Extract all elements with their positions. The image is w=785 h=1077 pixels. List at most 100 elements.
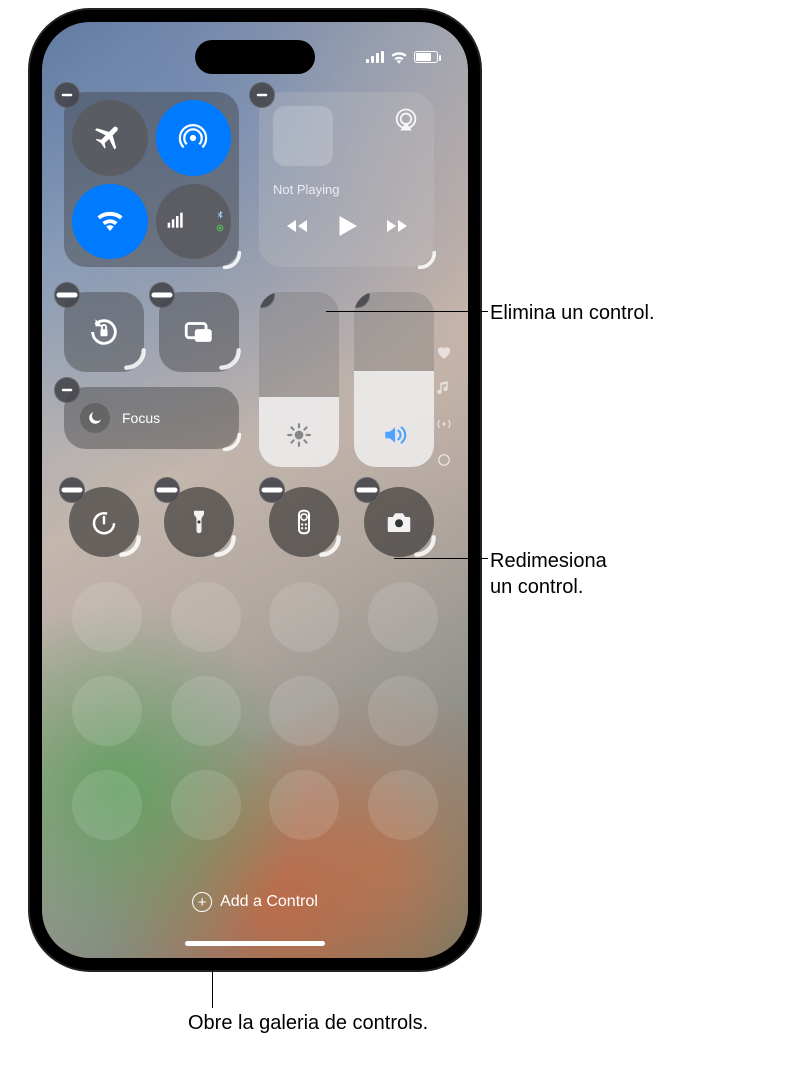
- empty-slot[interactable]: [368, 676, 438, 746]
- resize-handle-icon: [221, 431, 243, 453]
- empty-slot[interactable]: [269, 582, 339, 652]
- empty-slot[interactable]: [269, 770, 339, 840]
- callout-line: [394, 558, 488, 559]
- wifi-toggle[interactable]: [72, 184, 148, 260]
- resize-handle-icon: [117, 531, 143, 561]
- resize-handle[interactable]: [212, 535, 238, 561]
- resize-handle[interactable]: [217, 427, 243, 453]
- resize-handle[interactable]: [117, 535, 143, 561]
- cellular-signal-icon: [366, 51, 384, 63]
- resize-handle-icon: [317, 531, 343, 561]
- remove-button[interactable]: [354, 477, 380, 503]
- callout-resize: Redimesiona un control.: [490, 548, 607, 600]
- airplane-mode-toggle[interactable]: [72, 100, 148, 176]
- resize-handle-icon: [416, 249, 438, 271]
- brightness-icon: [286, 422, 312, 453]
- timer-button[interactable]: [69, 487, 139, 557]
- empty-slot[interactable]: [72, 676, 142, 746]
- volume-icon: [381, 422, 407, 453]
- control-center: Not Playing: [64, 92, 446, 898]
- resize-handle-icon: [412, 531, 438, 561]
- flashlight-button[interactable]: [164, 487, 234, 557]
- empty-slots-grid: [64, 582, 446, 840]
- focus-label: Focus: [122, 410, 160, 426]
- empty-slot[interactable]: [171, 676, 241, 746]
- empty-slot[interactable]: [269, 676, 339, 746]
- empty-slot[interactable]: [368, 582, 438, 652]
- hotspot-icon: [215, 223, 225, 233]
- callout-gallery: Obre la galeria de controls.: [188, 1010, 428, 1036]
- resize-handle[interactable]: [412, 245, 438, 271]
- circle-icon[interactable]: [434, 450, 454, 470]
- orientation-lock-toggle[interactable]: [64, 292, 144, 372]
- music-note-icon[interactable]: [434, 378, 454, 398]
- empty-slot[interactable]: [171, 582, 241, 652]
- screen-mirroring-toggle[interactable]: [159, 292, 239, 372]
- orientation-lock-icon: [87, 315, 121, 349]
- remove-button[interactable]: [154, 477, 180, 503]
- timer-icon: [89, 507, 119, 537]
- rewind-button[interactable]: [285, 214, 309, 243]
- remove-button[interactable]: [54, 377, 80, 403]
- remove-button[interactable]: [54, 82, 80, 108]
- apple-tv-remote-icon: [289, 507, 319, 537]
- minus-icon: [256, 89, 268, 101]
- minus-icon: [260, 475, 284, 505]
- cellular-icon: [166, 211, 186, 231]
- empty-slot[interactable]: [72, 582, 142, 652]
- remove-button[interactable]: [59, 477, 85, 503]
- resize-handle[interactable]: [122, 350, 148, 376]
- brightness-slider[interactable]: [259, 292, 339, 467]
- dynamic-island: [195, 40, 315, 74]
- signal-icon[interactable]: [434, 414, 454, 434]
- add-control-label: Add a Control: [220, 893, 318, 911]
- page-indicator[interactable]: [434, 342, 454, 470]
- empty-slot[interactable]: [368, 770, 438, 840]
- play-button[interactable]: [332, 211, 362, 246]
- remove-button[interactable]: [54, 282, 80, 308]
- resize-handle[interactable]: [217, 350, 243, 376]
- iphone-frame: Not Playing: [30, 10, 480, 970]
- add-control-button[interactable]: + Add a Control: [192, 892, 318, 912]
- album-artwork: [273, 106, 333, 166]
- remove-button[interactable]: [259, 477, 285, 503]
- volume-slider[interactable]: [354, 292, 434, 467]
- flashlight-icon: [184, 507, 214, 537]
- resize-handle[interactable]: [217, 245, 243, 271]
- remove-button[interactable]: [149, 282, 175, 308]
- empty-slot[interactable]: [72, 770, 142, 840]
- focus-module[interactable]: Focus: [64, 387, 239, 449]
- heart-icon[interactable]: [434, 342, 454, 362]
- callout-remove: Elimina un control.: [490, 300, 655, 326]
- wifi-status-icon: [390, 50, 408, 64]
- minus-icon: [259, 292, 268, 301]
- callout-line: [326, 311, 488, 312]
- camera-button[interactable]: [364, 487, 434, 557]
- now-playing-module[interactable]: Not Playing: [259, 92, 434, 267]
- callout-line: [212, 960, 213, 1008]
- screen: Not Playing: [42, 22, 468, 958]
- forward-button[interactable]: [385, 214, 409, 243]
- remove-button[interactable]: [354, 292, 370, 308]
- remove-button[interactable]: [249, 82, 275, 108]
- resize-handle-icon: [217, 342, 243, 376]
- resize-handle-icon: [212, 531, 238, 561]
- empty-slot[interactable]: [171, 770, 241, 840]
- resize-handle-icon: [122, 342, 148, 376]
- minus-icon: [155, 475, 179, 505]
- connectivity-module[interactable]: [64, 92, 239, 267]
- apple-tv-remote-button[interactable]: [269, 487, 339, 557]
- resize-handle[interactable]: [317, 535, 343, 561]
- camera-icon: [384, 507, 414, 537]
- minus-icon: [354, 292, 363, 301]
- minus-icon: [61, 384, 73, 396]
- moon-icon: [80, 403, 110, 433]
- play-icon: [332, 211, 362, 241]
- minus-icon: [150, 278, 174, 312]
- home-indicator[interactable]: [185, 941, 325, 946]
- remove-button[interactable]: [259, 292, 275, 308]
- now-playing-status: Not Playing: [273, 182, 420, 197]
- airdrop-toggle[interactable]: [156, 100, 232, 176]
- airplay-audio-icon[interactable]: [392, 106, 420, 134]
- rewind-icon: [285, 214, 309, 238]
